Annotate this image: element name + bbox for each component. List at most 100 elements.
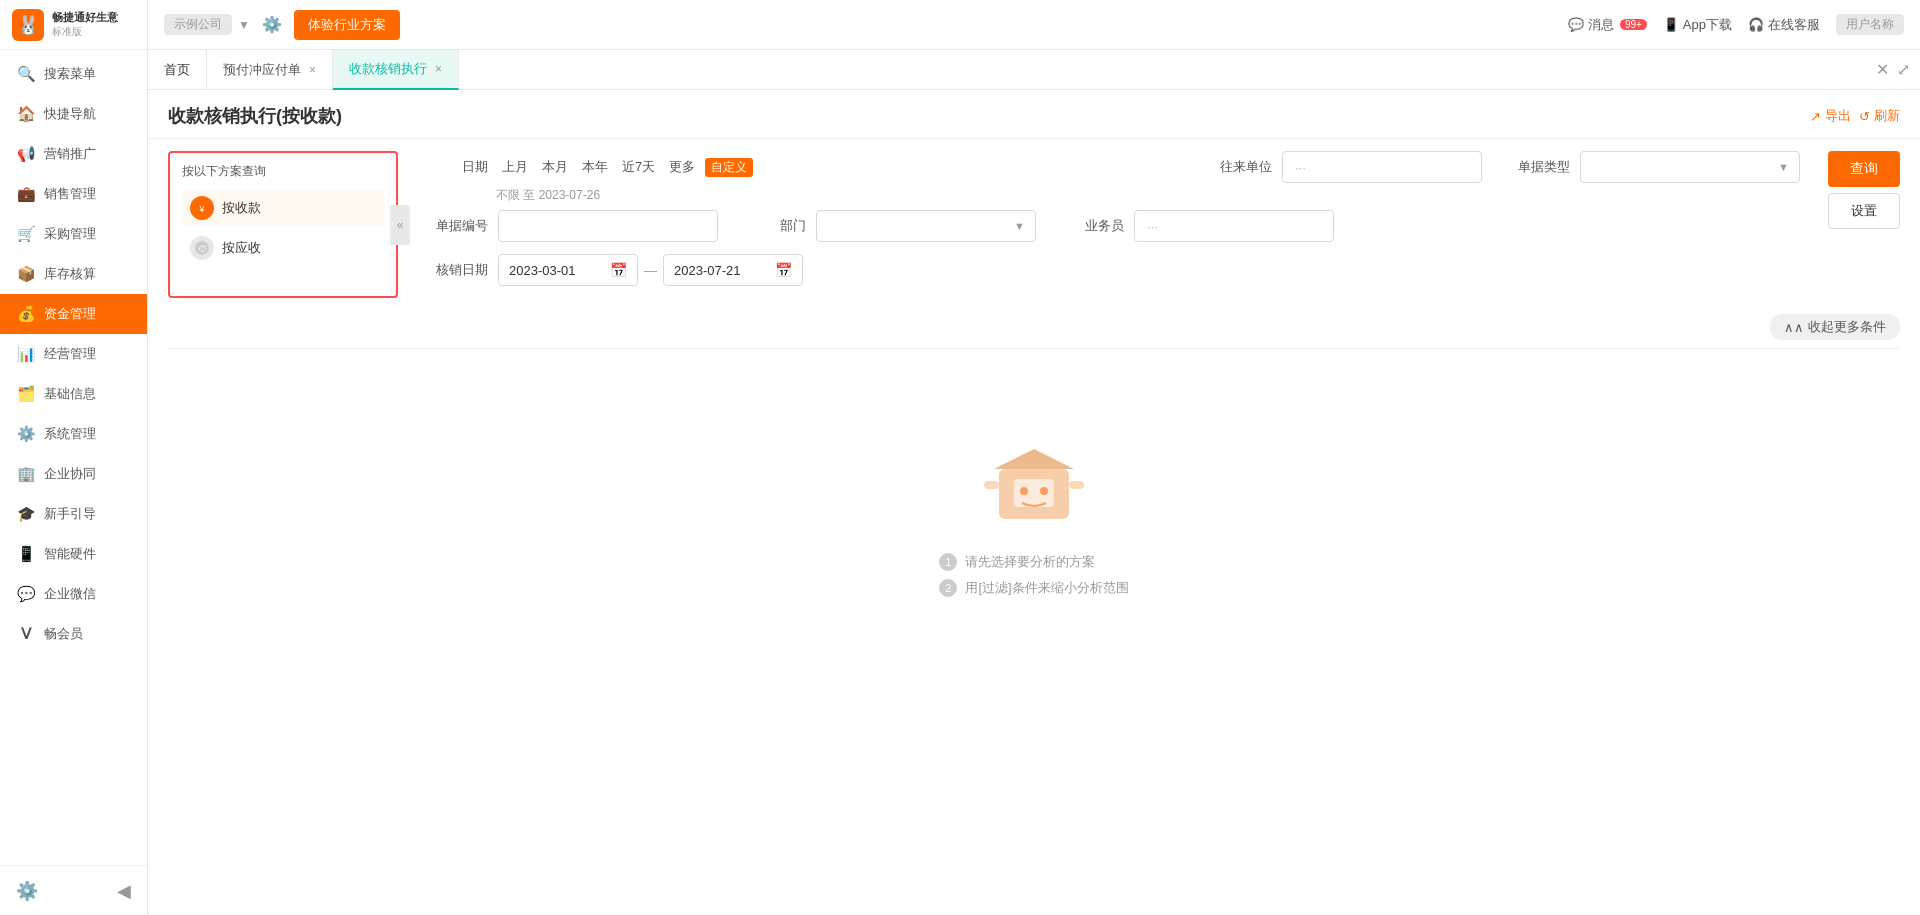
sidebar-item-sales[interactable]: 💼 销售管理	[0, 174, 147, 214]
bill-type-label: 单据类型	[1500, 158, 1570, 176]
sidebar-item-search[interactable]: 🔍 搜索菜单	[0, 54, 147, 94]
svg-text:⏱: ⏱	[198, 244, 207, 254]
logo-text: 畅捷通好生意 标准版	[52, 10, 118, 39]
verify-date-start-val: 2023-03-01	[509, 263, 576, 278]
company-selector[interactable]: 示例公司 ▼	[164, 14, 250, 35]
guide-icon: 🎓	[16, 504, 36, 524]
dots-icon: ···	[1295, 160, 1306, 175]
sidebar-item-finance[interactable]: 💰 资金管理	[0, 294, 147, 334]
sidebar-item-purchase[interactable]: 🛒 采购管理	[0, 214, 147, 254]
sidebar-item-label: 经营管理	[44, 345, 96, 363]
collapse-filter-btn[interactable]: «	[390, 205, 410, 245]
topbar-gear-icon[interactable]: ⚙️	[262, 15, 282, 34]
sidebar-item-label: 库存核算	[44, 265, 96, 283]
export-label: 导出	[1825, 107, 1851, 125]
app-download-btn[interactable]: 📱 App下载	[1663, 16, 1732, 34]
settings-footer-icon[interactable]: ⚙️	[16, 880, 38, 902]
topbar: 示例公司 ▼ ⚙️ 体验行业方案 💬 消息 99+ 📱 App下载 🎧 在线客服…	[148, 0, 1920, 50]
date-7days[interactable]: 近7天	[618, 156, 659, 178]
bill-type-dropdown-icon: ▼	[1778, 161, 1789, 173]
tab-receivable[interactable]: 收款核销执行 ×	[333, 50, 459, 90]
svg-rect-10	[1069, 481, 1084, 489]
tab-prepay-close[interactable]: ×	[309, 63, 316, 77]
date-cur-year[interactable]: 本年	[578, 156, 612, 178]
export-btn[interactable]: ↗ 导出	[1810, 107, 1851, 125]
sidebar-item-member[interactable]: Ⅴ 畅会员	[0, 614, 147, 654]
sidebar-item-guide[interactable]: 🎓 新手引导	[0, 494, 147, 534]
verify-date-end[interactable]: 2023-07-21 📅	[663, 254, 803, 286]
filter-panel: 按以下方案查询 ¥ 按收款 ⏱ 按应收 «	[148, 139, 1920, 310]
company-dropdown-icon[interactable]: ▼	[238, 18, 250, 32]
counterpart-input[interactable]: ···	[1282, 151, 1482, 183]
sidebar-item-operation[interactable]: 📊 经营管理	[0, 334, 147, 374]
date-cur-month[interactable]: 本月	[538, 156, 572, 178]
messages-btn[interactable]: 💬 消息 99+	[1568, 16, 1647, 34]
sidebar-item-marketing[interactable]: 📢 营销推广	[0, 134, 147, 174]
collapse-sidebar-icon[interactable]: ◀	[117, 880, 131, 902]
close-all-tabs-icon[interactable]: ✕	[1876, 60, 1889, 79]
date-separator: —	[644, 263, 657, 278]
dept-dropdown-icon: ▼	[1014, 220, 1025, 232]
filter-left-title: 按以下方案查询	[182, 163, 384, 180]
tab-home-label: 首页	[164, 61, 190, 79]
dept-select[interactable]: ▼	[816, 210, 1036, 242]
sidebar-item-hardware[interactable]: 📱 智能硬件	[0, 534, 147, 574]
date-label: 日期	[418, 158, 488, 176]
refresh-label: 刷新	[1874, 107, 1900, 125]
filter-option-receivable[interactable]: ⏱ 按应收	[182, 230, 384, 266]
sidebar-item-enterprise[interactable]: 🏢 企业协同	[0, 454, 147, 494]
service-icon: 🎧	[1748, 17, 1764, 32]
sidebar-item-inventory[interactable]: 📦 库存核算	[0, 254, 147, 294]
sidebar-item-label: 基础信息	[44, 385, 96, 403]
counterpart-label: 往来单位	[1122, 158, 1272, 176]
sidebar-item-basic[interactable]: 🗂️ 基础信息	[0, 374, 147, 414]
verify-date-start-cal[interactable]: 📅	[610, 262, 627, 278]
sidebar: 🐰 畅捷通好生意 标准版 🔍 搜索菜单 🏠 快捷导航 📢 营销推广 💼 销售管理…	[0, 0, 148, 915]
topbar-left: 示例公司 ▼ ⚙️ 体验行业方案	[164, 10, 400, 40]
tab-prepay[interactable]: 预付冲应付单 ×	[207, 50, 333, 90]
query-btn[interactable]: 查询	[1828, 151, 1900, 187]
sidebar-nav: 🔍 搜索菜单 🏠 快捷导航 📢 营销推广 💼 销售管理 🛒 采购管理 📦 库存核…	[0, 50, 147, 865]
verify-date-start[interactable]: 2023-03-01 📅	[498, 254, 638, 286]
finance-icon: 💰	[16, 304, 36, 324]
receivable-option-icon: ⏱	[190, 236, 214, 260]
verify-date-end-cal[interactable]: 📅	[775, 262, 792, 278]
staff-label: 业务员	[1054, 217, 1124, 235]
sidebar-item-system[interactable]: ⚙️ 系统管理	[0, 414, 147, 454]
collapse-more-btn[interactable]: ∧∧ 收起更多条件	[1770, 314, 1900, 340]
sidebar-item-wechat[interactable]: 💬 企业微信	[0, 574, 147, 614]
refresh-icon: ↺	[1859, 109, 1870, 124]
online-service-label: 在线客服	[1768, 16, 1820, 34]
verify-date-end-val: 2023-07-21	[674, 263, 741, 278]
collapse-more-label: 收起更多条件	[1808, 318, 1886, 336]
bill-type-select[interactable]: ▼	[1580, 151, 1800, 183]
tab-receivable-close[interactable]: ×	[435, 62, 442, 76]
tab-home[interactable]: 首页	[148, 50, 207, 90]
purchase-icon: 🛒	[16, 224, 36, 244]
sidebar-item-label: 搜索菜单	[44, 65, 96, 83]
bill-no-input[interactable]	[498, 210, 718, 242]
filter-option-receipt[interactable]: ¥ 按收款	[182, 190, 384, 226]
date-more[interactable]: 更多	[665, 156, 699, 178]
sidebar-item-label: 营销推广	[44, 145, 96, 163]
date-prev-month[interactable]: 上月	[498, 156, 532, 178]
sidebar-item-quicknav[interactable]: 🏠 快捷导航	[0, 94, 147, 134]
operation-icon: 📊	[16, 344, 36, 364]
expand-tabs-icon[interactable]: ⤢	[1897, 60, 1910, 79]
date-custom-badge[interactable]: 自定义	[705, 158, 753, 177]
message-icon: 💬	[1568, 17, 1584, 32]
collapse-icon: «	[397, 218, 404, 232]
wechat-icon: 💬	[16, 584, 36, 604]
staff-input[interactable]: ···	[1134, 210, 1334, 242]
enterprise-icon: 🏢	[16, 464, 36, 484]
empty-state: 1 请先选择要分析的方案 2 用[过滤]条件来缩小分析范围	[148, 349, 1920, 681]
home-icon: 🏠	[16, 104, 36, 124]
verify-date-range: 2023-03-01 📅 — 2023-07-21 📅	[498, 254, 803, 286]
user-avatar[interactable]: 用户名称	[1836, 14, 1904, 35]
refresh-btn[interactable]: ↺ 刷新	[1859, 107, 1900, 125]
online-service-btn[interactable]: 🎧 在线客服	[1748, 16, 1820, 34]
main-content: 示例公司 ▼ ⚙️ 体验行业方案 💬 消息 99+ 📱 App下载 🎧 在线客服…	[148, 0, 1920, 915]
filter-settings-btn[interactable]: 设置	[1828, 193, 1900, 229]
filter-form-area: 日期 上月 本月 本年 近7天 更多 自定义 往来单位 ·	[418, 151, 1900, 298]
industry-btn[interactable]: 体验行业方案	[294, 10, 400, 40]
